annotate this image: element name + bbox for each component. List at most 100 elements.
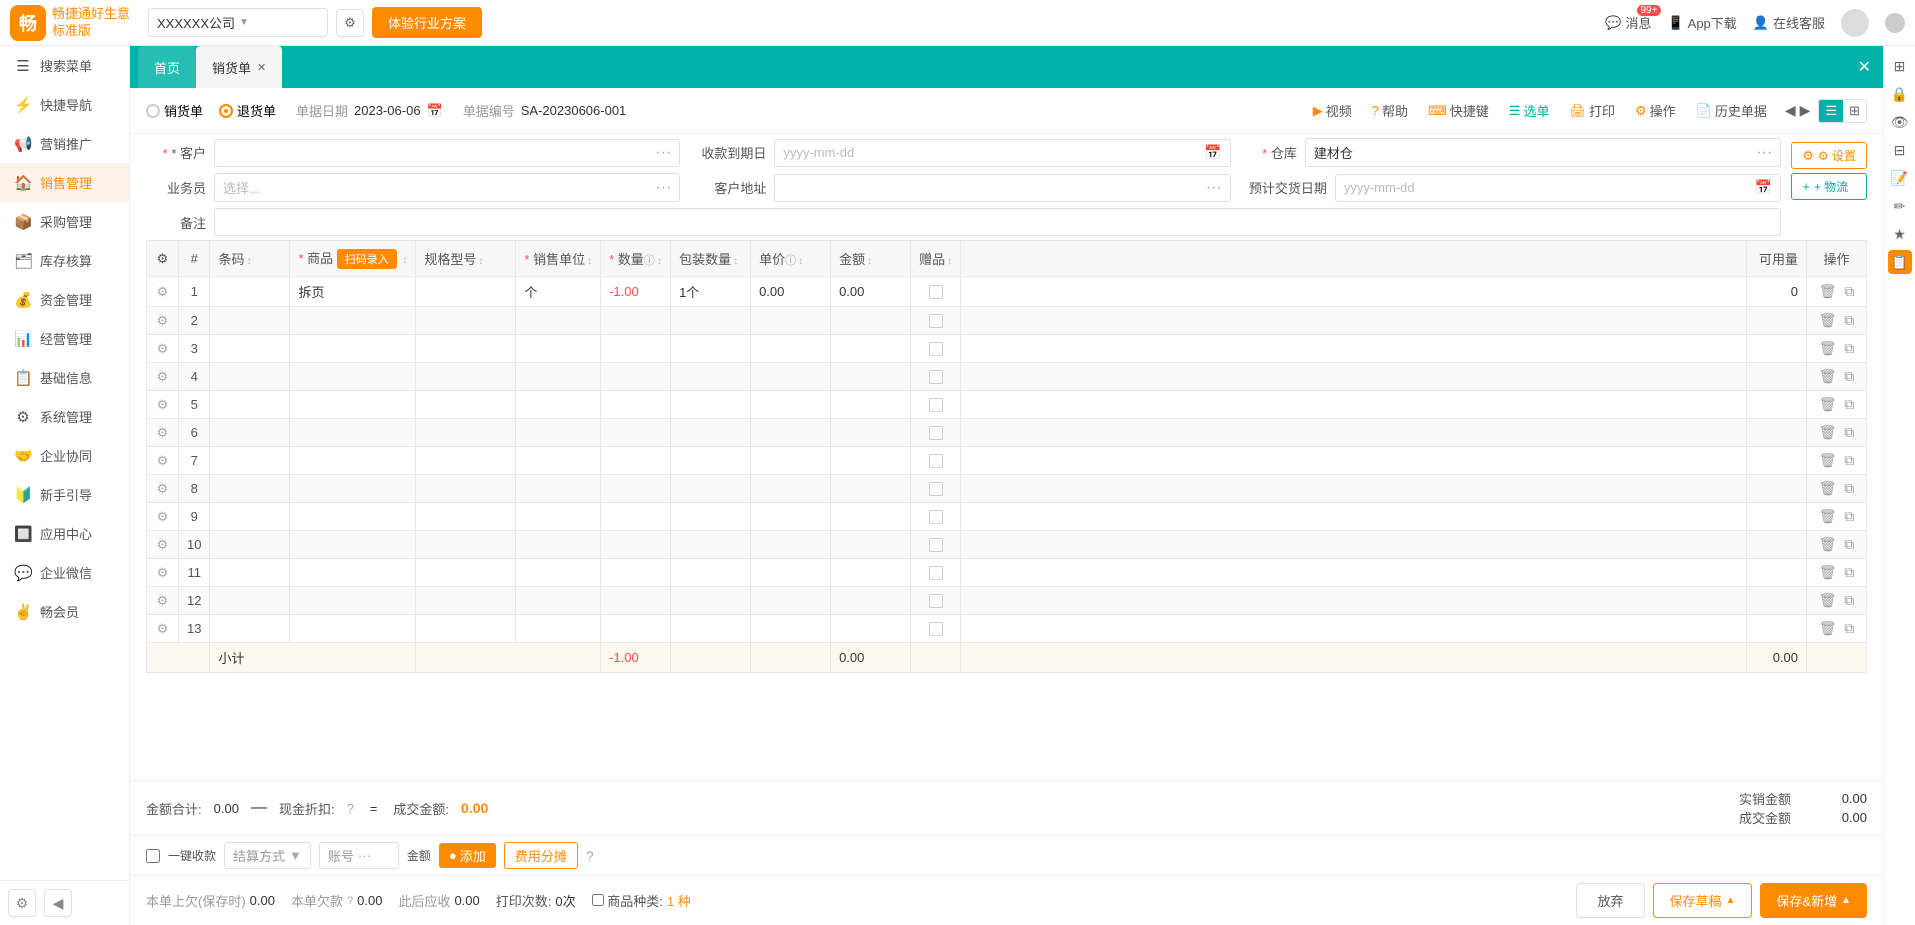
copy-row-button[interactable]: ⧉ <box>1844 508 1854 524</box>
gift-checkbox-2[interactable] <box>929 314 943 328</box>
sidebar-item-wechat[interactable]: 💬 企业微信 <box>0 553 129 592</box>
float-btn-1[interactable]: ⊞ <box>1888 54 1912 78</box>
cell-product[interactable] <box>290 559 416 587</box>
trial-button[interactable]: 体验行业方案 <box>372 7 482 38</box>
cell-barcode[interactable] <box>210 363 290 391</box>
cell-price[interactable] <box>751 447 831 475</box>
cell-amount[interactable]: 0.00 <box>831 277 911 307</box>
gift-checkbox-11[interactable] <box>929 566 943 580</box>
cell-product[interactable] <box>290 615 416 643</box>
cell-pkgqty[interactable] <box>671 335 751 363</box>
cell-amount[interactable] <box>831 475 911 503</box>
cell-qty[interactable] <box>601 559 671 587</box>
cell-unit[interactable] <box>516 475 601 503</box>
sidebar-item-marketing[interactable]: 📢 营销推广 <box>0 124 129 163</box>
gift-checkbox-10[interactable] <box>929 538 943 552</box>
cell-pkgqty[interactable] <box>671 363 751 391</box>
cell-amount[interactable] <box>831 363 911 391</box>
copy-row-button[interactable]: ⧉ <box>1844 620 1854 636</box>
delete-row-button[interactable]: 🗑 <box>1819 424 1837 440</box>
cell-price[interactable] <box>751 475 831 503</box>
cell-pkgqty[interactable] <box>671 447 751 475</box>
cell-ops[interactable]: 🗑 ⧉ <box>1807 363 1867 391</box>
cell-qty[interactable] <box>601 307 671 335</box>
cell-barcode[interactable] <box>210 503 290 531</box>
cell-price[interactable] <box>751 503 831 531</box>
cell-spec[interactable] <box>416 447 516 475</box>
cell-unit[interactable] <box>516 531 601 559</box>
cell-settings[interactable]: ⚙ <box>147 615 179 643</box>
toolbar-select-button[interactable]: ☰ 选单 <box>1503 98 1556 123</box>
company-selector[interactable]: XXXXXX公司 ▼ <box>148 8 328 37</box>
copy-row-button[interactable]: ⧉ <box>1844 312 1854 328</box>
cell-gift[interactable] <box>911 475 961 503</box>
online-service-button[interactable]: 👤 在线客服 <box>1753 13 1825 32</box>
cell-unit[interactable] <box>516 615 601 643</box>
sidebar-item-enterprise[interactable]: 🤝 企业协同 <box>0 436 129 475</box>
copy-row-button[interactable]: ⧉ <box>1844 396 1854 412</box>
cell-price[interactable] <box>751 587 831 615</box>
cell-gift[interactable] <box>911 277 961 307</box>
cell-unit[interactable] <box>516 559 601 587</box>
sidebar-item-operations[interactable]: 📊 经营管理 <box>0 319 129 358</box>
cell-price[interactable] <box>751 391 831 419</box>
cell-product[interactable] <box>290 503 416 531</box>
cell-price[interactable] <box>751 363 831 391</box>
notes-input[interactable] <box>214 208 1781 236</box>
app-download-button[interactable]: 📱 App下载 <box>1667 13 1736 32</box>
delete-row-button[interactable]: 🗑 <box>1819 620 1837 636</box>
cell-pkgqty[interactable] <box>671 475 751 503</box>
cell-qty[interactable] <box>601 531 671 559</box>
float-btn-4[interactable]: ⊟ <box>1888 138 1912 162</box>
cell-unit[interactable] <box>516 391 601 419</box>
delete-row-button[interactable]: 🗑 <box>1819 452 1837 468</box>
cell-qty[interactable] <box>601 419 671 447</box>
sidebar-collapse-button[interactable]: ◀ <box>44 889 72 917</box>
receipt-date-calendar-icon[interactable]: 📅 <box>1204 144 1221 161</box>
cell-settings[interactable]: ⚙ <box>147 587 179 615</box>
cell-barcode[interactable] <box>210 419 290 447</box>
salesperson-input[interactable]: 选择... ··· <box>214 173 680 202</box>
cell-unit[interactable] <box>516 363 601 391</box>
copy-row-button[interactable]: ⧉ <box>1844 564 1854 580</box>
toolbar-operation-button[interactable]: ⚙ 操作 <box>1629 98 1682 123</box>
cell-spec[interactable] <box>416 531 516 559</box>
fee-split-button[interactable]: 费用分摊 <box>504 842 578 869</box>
cell-settings[interactable]: ⚙ <box>147 475 179 503</box>
cell-price[interactable] <box>751 615 831 643</box>
close-window-button[interactable]: ✕ <box>1858 57 1871 77</box>
cell-product[interactable] <box>290 531 416 559</box>
cell-ops[interactable]: 🗑 ⧉ <box>1807 419 1867 447</box>
cell-gift[interactable] <box>911 391 961 419</box>
save-draft-button[interactable]: 保存草稿 ▲ <box>1653 883 1753 918</box>
sidebar-item-search[interactable]: ☰ 搜索菜单 <box>0 46 129 85</box>
cell-gift[interactable] <box>911 447 961 475</box>
cell-amount[interactable] <box>831 391 911 419</box>
cell-ops[interactable]: 🗑 ⧉ <box>1807 531 1867 559</box>
float-btn-8[interactable]: 📋 <box>1888 250 1912 274</box>
cell-pkgqty[interactable]: 1个 <box>671 277 751 307</box>
cell-price[interactable]: 0.00 <box>751 277 831 307</box>
gift-checkbox-4[interactable] <box>929 370 943 384</box>
copy-row-button[interactable]: ⧉ <box>1844 368 1854 384</box>
cell-pkgqty[interactable] <box>671 531 751 559</box>
cell-qty[interactable] <box>601 363 671 391</box>
cell-settings[interactable]: ⚙ <box>147 307 179 335</box>
cell-unit[interactable] <box>516 503 601 531</box>
float-btn-5[interactable]: 📝 <box>1888 166 1912 190</box>
cell-qty[interactable] <box>601 475 671 503</box>
cell-amount[interactable] <box>831 559 911 587</box>
cell-gift[interactable] <box>911 587 961 615</box>
debt-help-icon[interactable]: ? <box>347 895 353 907</box>
cell-barcode[interactable] <box>210 391 290 419</box>
cell-unit[interactable] <box>516 419 601 447</box>
gift-checkbox-3[interactable] <box>929 342 943 356</box>
sidebar-settings-button[interactable]: ⚙ <box>8 889 36 917</box>
cell-product[interactable] <box>290 475 416 503</box>
sidebar-item-inventory[interactable]: 🗂 库存核算 <box>0 241 129 280</box>
gift-checkbox-12[interactable] <box>929 594 943 608</box>
delete-row-button[interactable]: 🗑 <box>1819 480 1837 496</box>
expected-date-input[interactable]: yyyy-mm-dd 📅 <box>1335 174 1781 202</box>
cell-qty[interactable] <box>601 391 671 419</box>
cell-spec[interactable] <box>416 475 516 503</box>
